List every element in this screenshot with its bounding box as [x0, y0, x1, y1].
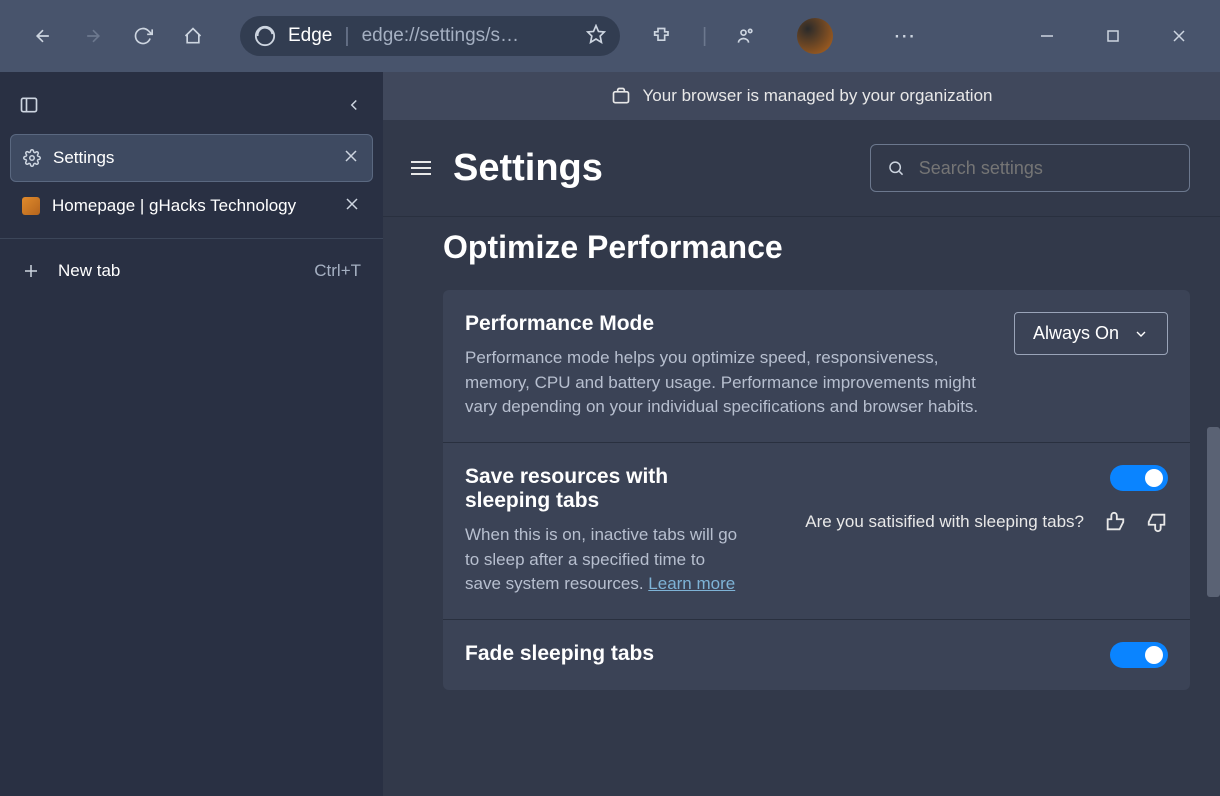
tab-label: Homepage | gHacks Technology [52, 196, 333, 216]
address-app-name: Edge [288, 25, 332, 47]
address-separator: | [344, 25, 349, 48]
maximize-button[interactable] [1104, 27, 1122, 45]
sidebar-collapse-icon[interactable] [343, 94, 365, 116]
card-desc: When this is on, inactive tabs will go t… [465, 523, 745, 597]
reload-button[interactable] [132, 25, 154, 47]
close-button[interactable] [1170, 27, 1188, 45]
minimize-button[interactable] [1038, 27, 1056, 45]
learn-more-link[interactable]: Learn more [648, 574, 735, 593]
scrollbar[interactable] [1207, 427, 1220, 597]
thumbs-up-icon[interactable] [1104, 511, 1126, 533]
section-title: Optimize Performance [443, 229, 1190, 266]
feedback-question: Are you satisified with sleeping tabs? [805, 512, 1084, 532]
nav-buttons [8, 25, 228, 47]
performance-mode-select[interactable]: Always On [1014, 312, 1168, 355]
toolbar-icons: | ⋯ [652, 18, 915, 54]
gear-icon [23, 149, 41, 167]
fade-sleeping-toggle[interactable] [1110, 642, 1168, 668]
card-title: Fade sleeping tabs [465, 642, 1090, 666]
managed-banner: Your browser is managed by your organiza… [383, 72, 1220, 120]
address-bar[interactable]: Edge | edge://settings/s… [240, 16, 620, 56]
forward-button[interactable] [82, 25, 104, 47]
divider [0, 238, 383, 239]
edge-logo-icon [254, 25, 276, 47]
window-controls [1038, 27, 1212, 45]
tab-homepage-ghacks[interactable]: Homepage | gHacks Technology [10, 182, 373, 230]
close-icon[interactable] [345, 197, 361, 216]
page-title: Settings [453, 147, 852, 190]
titlebar: Edge | edge://settings/s… | ⋯ [0, 0, 1220, 72]
toolbar-separator: | [702, 25, 707, 48]
card-title: Save resources with sleeping tabs [465, 465, 685, 513]
extensions-icon[interactable] [652, 25, 674, 47]
tab-label: Settings [53, 148, 332, 168]
select-value: Always On [1033, 323, 1119, 344]
search-settings[interactable] [870, 144, 1190, 192]
search-input[interactable] [919, 158, 1173, 179]
more-icon[interactable]: ⋯ [893, 23, 915, 49]
tab-settings[interactable]: Settings [10, 134, 373, 182]
card-fade-sleeping: Fade sleeping tabs [443, 619, 1190, 690]
card-title: Performance Mode [465, 312, 994, 336]
new-tab-shortcut: Ctrl+T [314, 261, 361, 281]
home-button[interactable] [182, 25, 204, 47]
managed-banner-text: Your browser is managed by your organiza… [643, 86, 993, 106]
thumbs-down-icon[interactable] [1146, 511, 1168, 533]
new-tab-button[interactable]: New tab Ctrl+T [0, 247, 383, 295]
briefcase-icon [611, 86, 631, 106]
card-performance-mode: Performance Mode Performance mode helps … [443, 290, 1190, 442]
favorite-icon-add[interactable] [586, 24, 606, 49]
new-tab-label: New tab [58, 261, 296, 281]
profile-avatar[interactable] [797, 18, 833, 54]
card-group: Performance Mode Performance mode helps … [443, 290, 1190, 690]
settings-content: Your browser is managed by your organiza… [383, 72, 1220, 796]
search-icon [887, 158, 905, 178]
chevron-down-icon [1133, 326, 1149, 342]
sleeping-tabs-toggle[interactable] [1110, 465, 1168, 491]
sidebar-toggle-icon[interactable] [18, 94, 40, 116]
vertical-tabs-sidebar: Settings Homepage | gHacks Technology Ne… [0, 72, 383, 796]
back-button[interactable] [32, 25, 54, 47]
plus-icon [22, 262, 40, 280]
collections-icon[interactable] [735, 25, 757, 47]
card-desc: Performance mode helps you optimize spee… [465, 346, 985, 420]
card-sleeping-tabs: Save resources with sleeping tabs When t… [443, 442, 1190, 619]
close-icon[interactable] [344, 149, 360, 168]
address-url: edge://settings/s… [362, 25, 570, 47]
hamburger-icon[interactable] [407, 157, 435, 179]
favicon-ghacks [22, 197, 40, 215]
